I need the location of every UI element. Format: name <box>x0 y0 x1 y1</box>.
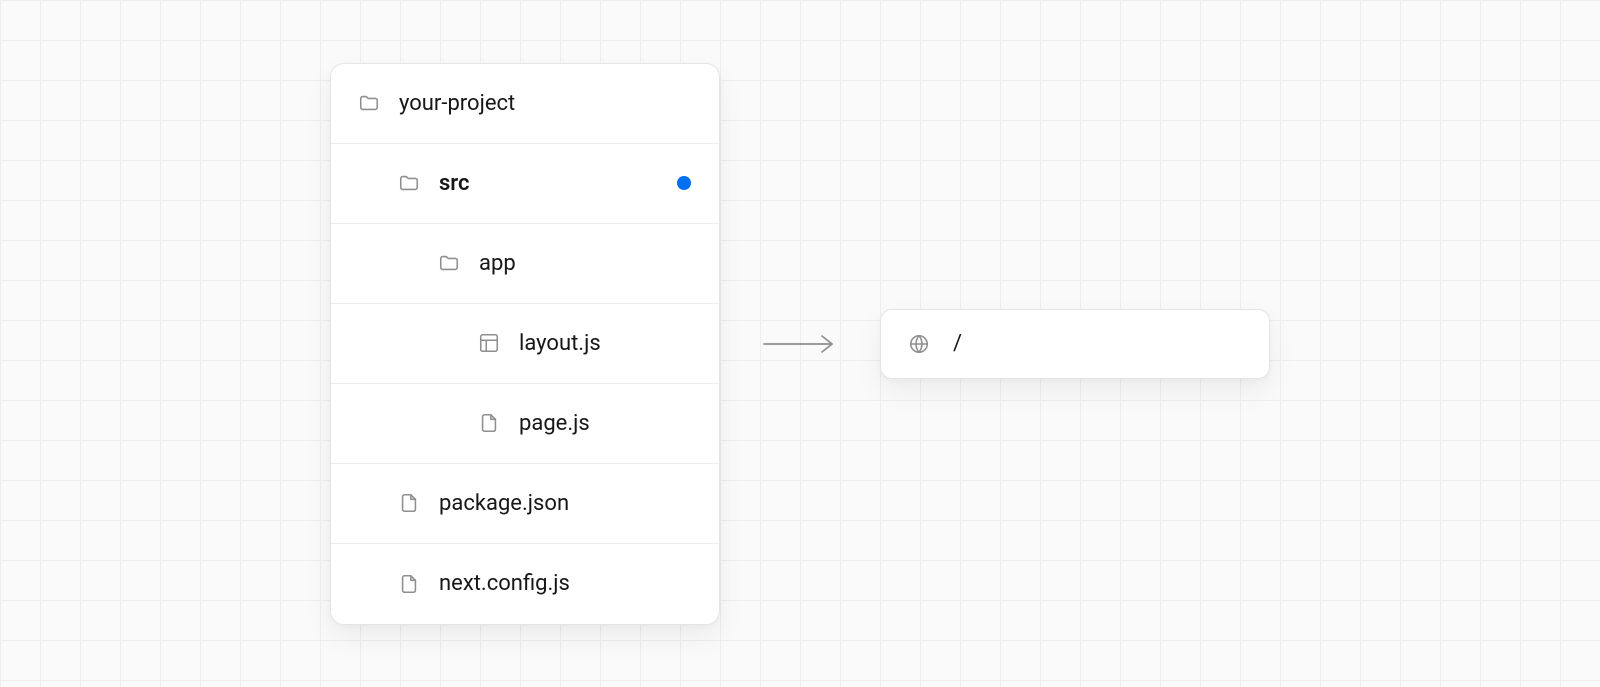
folder-icon <box>435 249 463 277</box>
tree-label: page.js <box>519 411 590 436</box>
folder-icon <box>395 169 423 197</box>
tree-row-root[interactable]: your-project <box>331 64 719 144</box>
arrow-right-icon <box>760 329 840 359</box>
file-icon <box>395 570 423 598</box>
url-box: / <box>880 309 1270 379</box>
tree-row-config[interactable]: next.config.js <box>331 544 719 624</box>
folder-icon <box>355 89 383 117</box>
url-path: / <box>953 331 962 356</box>
tree-row-page[interactable]: page.js <box>331 384 719 464</box>
file-icon <box>475 409 503 437</box>
tree-row-app[interactable]: app <box>331 224 719 304</box>
tree-label: layout.js <box>519 331 601 356</box>
tree-label: next.config.js <box>439 571 570 596</box>
highlight-dot <box>677 176 691 190</box>
tree-label: app <box>479 251 516 276</box>
tree-label: src <box>439 171 470 196</box>
layout-icon <box>475 329 503 357</box>
file-icon <box>395 489 423 517</box>
tree-label: your-project <box>399 91 515 116</box>
tree-row-layout[interactable]: layout.js <box>331 304 719 384</box>
globe-icon <box>905 330 933 358</box>
tree-row-package[interactable]: package.json <box>331 464 719 544</box>
file-tree-panel: your-project src app <box>330 63 720 625</box>
tree-label: package.json <box>439 491 569 516</box>
tree-row-src[interactable]: src <box>331 144 719 224</box>
